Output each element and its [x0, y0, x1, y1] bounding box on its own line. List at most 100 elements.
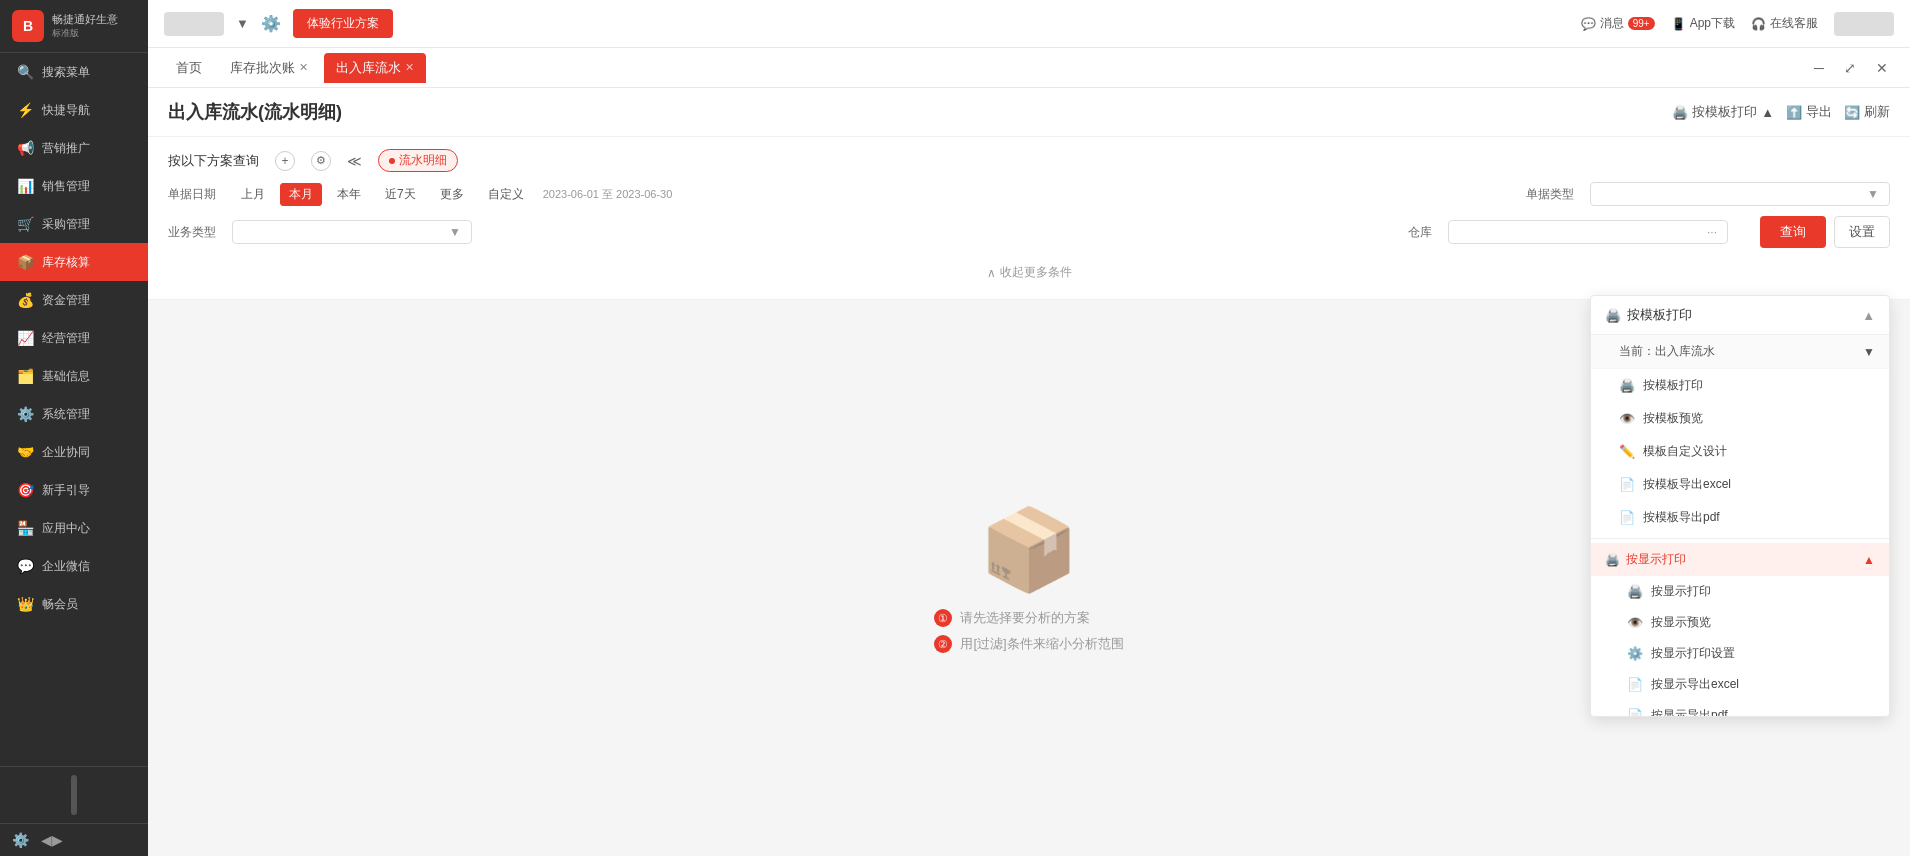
date-btn-custom[interactable]: 自定义	[479, 183, 533, 206]
sidebar: B 畅捷通好生意 标准版 🔍 搜索菜单 ⚡ 快捷导航 📢 营销推广 📊 销售管理…	[0, 0, 148, 856]
dropdown-display-print-settings[interactable]: ⚙️ 按显示打印设置	[1591, 638, 1889, 669]
system-icon: ⚙️	[16, 405, 34, 423]
empty-step-2-text: 用[过滤]条件来缩小分析范围	[960, 635, 1123, 653]
sidebar-item-quick-nav[interactable]: ⚡ 快捷导航	[0, 91, 148, 129]
tab-inout-flow-close[interactable]: ✕	[405, 61, 414, 74]
content-area: 📦 ① 请先选择要分析的方案 ② 用[过滤]条件来缩小分析范围	[148, 300, 1910, 856]
dropdown-current-item[interactable]: 当前：出入库流水 ▼	[1591, 335, 1889, 369]
message-icon: 💬	[1581, 17, 1596, 31]
bill-type-input[interactable]: ▼	[1590, 182, 1890, 206]
print-label: 按模板打印	[1692, 103, 1757, 121]
dropdown-display-print[interactable]: 🖨️ 按显示打印	[1591, 576, 1889, 607]
sidebar-item-wechat[interactable]: 💬 企业微信	[0, 547, 148, 585]
date-btn-7days[interactable]: 近7天	[376, 183, 425, 206]
dropdown-display-preview[interactable]: 👁️ 按显示预览	[1591, 607, 1889, 638]
sidebar-item-inventory[interactable]: 📦 库存核算	[0, 243, 148, 281]
sidebar-item-marketing[interactable]: 📢 营销推广	[0, 129, 148, 167]
app-download-label: App下载	[1690, 15, 1735, 32]
sidebar-item-system[interactable]: ⚙️ 系统管理	[0, 395, 148, 433]
business-type-input[interactable]: ▼	[232, 220, 472, 244]
dropdown-display-excel[interactable]: 📄 按显示导出excel	[1591, 669, 1889, 700]
warehouse-input[interactable]: ···	[1448, 220, 1728, 244]
trial-btn[interactable]: 体验行业方案	[293, 9, 393, 38]
empty-steps: ① 请先选择要分析的方案 ② 用[过滤]条件来缩小分析范围	[934, 609, 1123, 653]
tab-maximize-icon[interactable]: ⤢	[1838, 58, 1862, 78]
sidebar-item-base[interactable]: 🗂️ 基础信息	[0, 357, 148, 395]
dropdown-section-display[interactable]: 🖨️ 按显示打印 ▲	[1591, 543, 1889, 576]
sidebar-item-corp[interactable]: 🤝 企业协同	[0, 433, 148, 471]
app-download-action[interactable]: 📱 App下载	[1671, 15, 1735, 32]
date-btn-this-year[interactable]: 本年	[328, 183, 370, 206]
print-icon: 🖨️	[1672, 105, 1688, 120]
page-title: 出入库流水(流水明细)	[168, 100, 342, 124]
filter-settings-button[interactable]: ⚙	[311, 151, 331, 171]
app-download-icon: 📱	[1671, 17, 1686, 31]
sidebar-item-finance[interactable]: 💰 资金管理	[0, 281, 148, 319]
date-btn-this-month[interactable]: 本月	[280, 183, 322, 206]
sidebar-item-sales[interactable]: 📊 销售管理	[0, 167, 148, 205]
purchase-icon: 🛒	[16, 215, 34, 233]
tab-batch-ledger-close[interactable]: ✕	[299, 61, 308, 74]
tab-close-all-icon[interactable]: ✕	[1870, 58, 1894, 78]
message-action[interactable]: 💬 消息 99+	[1581, 15, 1655, 32]
filter-collapse-icon[interactable]: ≪	[347, 153, 362, 169]
chevron-up-icon: ∧	[987, 266, 996, 280]
setup-button[interactable]: 设置	[1834, 216, 1890, 248]
filter-row-top: 按以下方案查询 + ⚙ ≪ 流水明细	[168, 149, 1890, 172]
display-section-collapse-icon: ▲	[1863, 553, 1875, 567]
sidebar-item-label: 企业协同	[42, 444, 90, 461]
user-avatar-right[interactable]	[1834, 12, 1894, 36]
corp-icon: 🤝	[16, 443, 34, 461]
sidebar-item-label: 企业微信	[42, 558, 90, 575]
bill-type-label: 单据类型	[1526, 186, 1574, 203]
display-print-section-label: 按显示打印	[1626, 551, 1686, 568]
sidebar-item-guide[interactable]: 🎯 新手引导	[0, 471, 148, 509]
dropdown-item-template-preview[interactable]: 👁️ 按模板预览	[1591, 402, 1889, 435]
query-button[interactable]: 查询	[1760, 216, 1826, 248]
print-btn[interactable]: 🖨️ 按模板打印 ▲	[1672, 103, 1774, 121]
inventory-icon: 📦	[16, 253, 34, 271]
collapse-bar[interactable]: ∧ 收起更多条件	[168, 258, 1890, 287]
display-preview-label: 按显示预览	[1651, 614, 1711, 631]
dropdown-expand-icon[interactable]: ▲	[1862, 308, 1875, 323]
bill-type-dropdown-icon: ▼	[1867, 187, 1879, 201]
tab-minimize-icon[interactable]: ─	[1808, 58, 1830, 78]
date-btn-last-month[interactable]: 上月	[232, 183, 274, 206]
sidebar-nav: 🔍 搜索菜单 ⚡ 快捷导航 📢 营销推广 📊 销售管理 🛒 采购管理 📦 库存核…	[0, 53, 148, 766]
date-btn-more[interactable]: 更多	[431, 183, 473, 206]
tab-batch-ledger[interactable]: 库存批次账 ✕	[218, 53, 320, 83]
topbar-settings-icon[interactable]: ⚙️	[261, 14, 281, 33]
dropdown-title: 🖨️ 按模板打印	[1605, 306, 1692, 324]
dropdown-item-template-print[interactable]: 🖨️ 按模板打印	[1591, 369, 1889, 402]
collapse-bottom-icon[interactable]: ◀▶	[41, 832, 63, 848]
tab-home-label: 首页	[176, 59, 202, 77]
sidebar-item-appstore[interactable]: 🏪 应用中心	[0, 509, 148, 547]
search-icon: 🔍	[16, 63, 34, 81]
dropdown-display-pdf[interactable]: 📄 按显示导出pdf	[1591, 700, 1889, 716]
sidebar-item-search[interactable]: 🔍 搜索菜单	[0, 53, 148, 91]
business-dropdown-icon: ▼	[449, 225, 461, 239]
tab-inout-flow[interactable]: 出入库流水 ✕	[324, 53, 426, 83]
sidebar-item-operation[interactable]: 📈 经营管理	[0, 319, 148, 357]
tabs-right-controls: ─ ⤢ ✕	[1808, 58, 1894, 78]
dropdown-item-template-custom[interactable]: ✏️ 模板自定义设计	[1591, 435, 1889, 468]
template-preview-icon: 👁️	[1619, 411, 1635, 426]
sidebar-item-label: 快捷导航	[42, 102, 90, 119]
topbar-dropdown-icon[interactable]: ▼	[236, 16, 249, 31]
online-service-label: 在线客服	[1770, 15, 1818, 32]
refresh-btn[interactable]: 🔄 刷新	[1844, 103, 1890, 121]
dropdown-item-template-excel[interactable]: 📄 按模板导出excel	[1591, 468, 1889, 501]
topbar-actions: 💬 消息 99+ 📱 App下载 🎧 在线客服	[1581, 12, 1894, 36]
settings-bottom-icon[interactable]: ⚙️	[12, 832, 29, 848]
refresh-icon: 🔄	[1844, 105, 1860, 120]
sidebar-item-member[interactable]: 👑 畅会员	[0, 585, 148, 623]
sidebar-item-purchase[interactable]: 🛒 采购管理	[0, 205, 148, 243]
print-dropdown-icon: ▲	[1761, 105, 1774, 120]
filter-add-button[interactable]: +	[275, 151, 295, 171]
tab-home[interactable]: 首页	[164, 53, 214, 83]
template-pdf-icon: 📄	[1619, 510, 1635, 525]
online-service-action[interactable]: 🎧 在线客服	[1751, 15, 1818, 32]
export-btn[interactable]: ⬆️ 导出	[1786, 103, 1832, 121]
template-print-icon: 🖨️	[1619, 378, 1635, 393]
dropdown-item-template-pdf[interactable]: 📄 按模板导出pdf	[1591, 501, 1889, 534]
